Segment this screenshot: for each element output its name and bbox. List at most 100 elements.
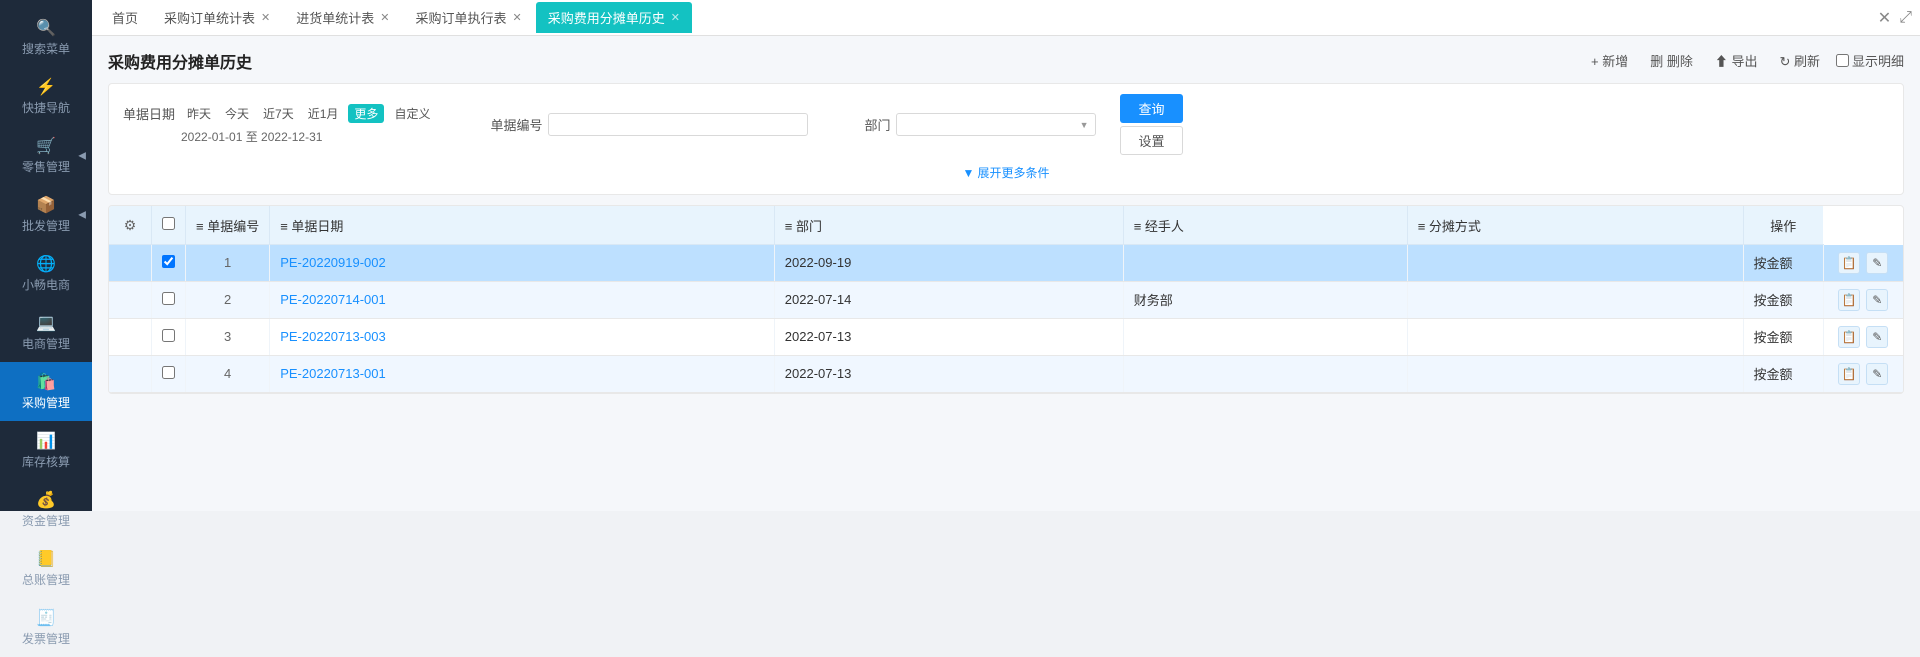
tab-label: 采购费用分摊单历史 (548, 8, 665, 27)
table-body: 1 PE-20220919-002 2022-09-19 按金额 📋 ✎ 2 P… (109, 245, 1903, 393)
tab-close-icon[interactable]: ✕ (380, 11, 389, 24)
expand-more-label: 展开更多条件 (977, 164, 1049, 181)
sidebar-item-label: 总账管理 (22, 573, 70, 587)
sidebar-item-快捷导航[interactable]: ⚡快捷导航 (0, 67, 92, 126)
refresh-button[interactable]: ↻ 刷新 (1773, 48, 1826, 73)
row-doc-no-cell: PE-20220713-001 (270, 355, 775, 392)
sidebar-item-总账管理[interactable]: 📒 总账管理 (0, 539, 92, 598)
sidebar-item-批发管理[interactable]: 📦批发管理◀ (0, 185, 92, 244)
row-handler-cell (1407, 318, 1743, 355)
row-num-cell: 3 (186, 318, 270, 355)
tab-label: 采购订单执行表 (415, 8, 506, 27)
row-checkbox[interactable] (162, 366, 175, 379)
show-cols-checkbox[interactable]: 显示明细 (1836, 51, 1904, 70)
doc-no-link[interactable]: PE-20220713-003 (280, 329, 386, 344)
tab-close-icon[interactable]: ✕ (261, 11, 270, 24)
menu-icon: 📒 (0, 549, 92, 569)
sidebar-item-搜索菜单[interactable]: 🔍搜索菜单 (0, 8, 92, 67)
select-all-checkbox[interactable] (162, 217, 175, 230)
add-button[interactable]: + 新增 (1585, 48, 1634, 73)
dept-select[interactable]: 财务部 (896, 113, 1096, 136)
tab-采购费用分摊单历史[interactable]: 采购费用分摊单历史 ✕ (536, 2, 692, 33)
shortcut-more[interactable]: 更多 (348, 104, 384, 123)
content: 采购费用分摊单历史 + 新增 删 删除 ⬆ 导出 ↻ 刷新 显示明细 单据日期 (92, 36, 1920, 511)
shortcut-7days[interactable]: 近7天 (259, 104, 298, 123)
sidebar-item-采购管理[interactable]: 🛍️ 采购管理 (0, 362, 92, 421)
sidebar-item-零售管理[interactable]: 🛒零售管理◀ (0, 126, 92, 185)
row-checkbox-cell (152, 318, 186, 355)
tab-进货单统计表[interactable]: 进货单统计表✕ (284, 2, 401, 33)
shortcut-yesterday[interactable]: 昨天 (183, 104, 215, 123)
row-checkbox[interactable] (162, 292, 175, 305)
row-split-method-cell: 按金额 (1743, 355, 1823, 392)
sidebar-item-label: 发票管理 (22, 632, 70, 646)
sidebar-item-label: 搜索菜单 (22, 42, 70, 56)
action-icons: 📋 ✎ (1834, 289, 1894, 311)
view-icon[interactable]: 📋 (1838, 363, 1860, 385)
data-table: ⚙ ≡ 单据编号 ≡ 单据日期 ≡ 部门 (109, 206, 1903, 393)
sidebar-item-label: 库存核算 (22, 455, 70, 469)
row-doc-no-cell: PE-20220713-003 (270, 318, 775, 355)
row-checkbox[interactable] (162, 255, 175, 268)
sidebar-item-资金管理[interactable]: 💰资金管理 (0, 480, 92, 539)
close-tab-icon[interactable]: ✕ (1878, 8, 1891, 28)
sidebar-item-label: 采购管理 (22, 396, 70, 410)
query-button[interactable]: 查询 (1120, 94, 1182, 123)
row-action-cell: 📋 ✎ (1823, 318, 1903, 355)
show-cols-label: 显示明细 (1852, 51, 1904, 70)
doc-no-input[interactable] (548, 113, 808, 136)
doc-no-link[interactable]: PE-20220714-001 (280, 292, 386, 307)
filter-area: 单据日期 昨天 今天 近7天 近1月 更多 自定义 2022-01-01 至 2… (108, 83, 1904, 195)
row-dept-cell (1123, 355, 1407, 392)
dept-filter: 部门 财务部 (864, 113, 1096, 136)
header-actions: + 新增 删 删除 ⬆ 导出 ↻ 刷新 显示明细 (1585, 48, 1904, 73)
fullscreen-icon[interactable]: ⤢ (1899, 9, 1912, 27)
gear-icon[interactable]: ⚙ (119, 214, 141, 236)
sidebar-item-小畅电商[interactable]: 🌐小畅电商 (0, 244, 92, 303)
view-icon[interactable]: 📋 (1838, 289, 1860, 311)
row-action-cell: 📋 ✎ (1823, 355, 1903, 392)
row-checkbox[interactable] (162, 329, 175, 342)
filter-settings-button[interactable]: 设置 (1120, 126, 1182, 155)
row-dept-cell: 财务部 (1123, 281, 1407, 318)
sidebar-item-库存核算[interactable]: 📊库存核算 (0, 421, 92, 480)
sidebar-item-label: 批发管理 (22, 219, 70, 233)
row-handler-cell (1407, 281, 1743, 318)
date-filter-label: 单据日期 (123, 104, 175, 123)
page-header: 采购费用分摊单历史 + 新增 删 删除 ⬆ 导出 ↻ 刷新 显示明细 (108, 48, 1904, 73)
export-button[interactable]: ⬆ 导出 (1709, 48, 1764, 73)
view-icon[interactable]: 📋 (1838, 326, 1860, 348)
doc-no-link[interactable]: PE-20220713-001 (280, 366, 386, 381)
dept-label: 部门 (864, 115, 890, 134)
tab-close-icon[interactable]: ✕ (513, 11, 522, 24)
show-cols-check[interactable] (1836, 54, 1849, 67)
view-icon[interactable]: 📋 (1838, 252, 1860, 274)
table-container: ⚙ ≡ 单据编号 ≡ 单据日期 ≡ 部门 (108, 205, 1904, 394)
edit-icon[interactable]: ✎ (1866, 363, 1888, 385)
row-action-cell: 📋 ✎ (1823, 281, 1903, 318)
tab-采购订单执行表[interactable]: 采购订单执行表 ✕ (403, 2, 533, 33)
tab-采购订单统计表[interactable]: 采购订单统计表✕ (152, 2, 282, 33)
tab-首页[interactable]: 首页 (100, 2, 150, 33)
dept-select-wrap: 财务部 (896, 113, 1096, 136)
doc-no-link[interactable]: PE-20220919-002 (280, 255, 386, 270)
date-shortcuts: 昨天 今天 近7天 近1月 更多 自定义 (183, 104, 434, 123)
tab-close-icon[interactable]: ✕ (671, 11, 680, 24)
edit-icon[interactable]: ✎ (1866, 289, 1888, 311)
delete-button[interactable]: 删 删除 (1644, 48, 1699, 73)
sidebar-item-发票管理[interactable]: 🧾发票管理 (0, 598, 92, 657)
sidebar-item-电商管理[interactable]: 💻电商管理 (0, 303, 92, 362)
th-handler: ≡ 经手人 (1123, 206, 1407, 245)
expand-more-btn[interactable]: ▼ 展开更多条件 (123, 161, 1889, 184)
shortcut-1month[interactable]: 近1月 (304, 104, 343, 123)
menu-icon: 🛍️ (0, 372, 92, 392)
row-split-method-cell: 按金额 (1743, 281, 1823, 318)
shortcut-today[interactable]: 今天 (221, 104, 253, 123)
edit-icon[interactable]: ✎ (1866, 326, 1888, 348)
edit-icon[interactable]: ✎ (1866, 252, 1888, 274)
th-action-label: 操作 (1770, 219, 1796, 234)
th-handler-label: ≡ 经手人 (1134, 219, 1184, 234)
sidebar-item-label: 资金管理 (22, 514, 70, 528)
row-split-method-cell: 按金额 (1743, 245, 1823, 282)
shortcut-custom[interactable]: 自定义 (390, 104, 434, 123)
